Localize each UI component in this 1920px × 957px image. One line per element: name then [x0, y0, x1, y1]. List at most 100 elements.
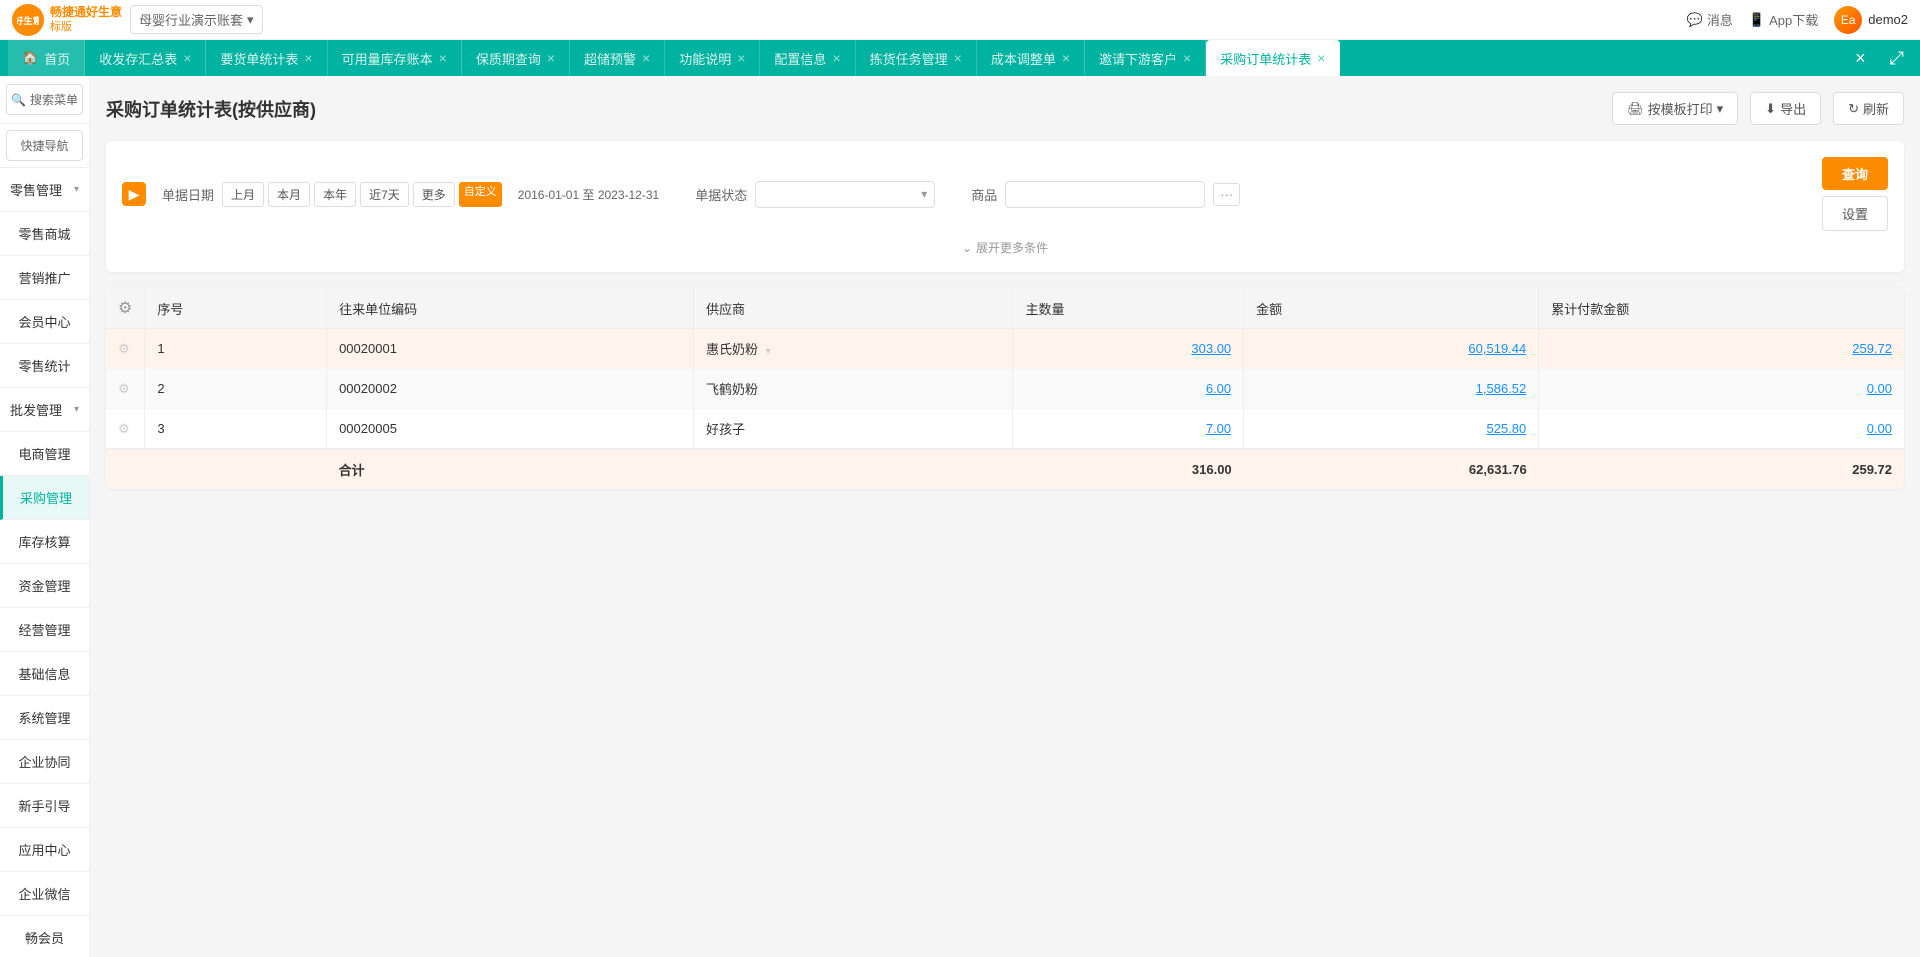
sidebar-item-retail-mgmt[interactable]: 零售管理 ▾: [0, 168, 89, 212]
last-month-btn[interactable]: 上月: [222, 182, 264, 207]
tab-receive-summary[interactable]: 收发存汇总表 ×: [85, 40, 206, 76]
user-profile[interactable]: Ea demo2: [1834, 6, 1908, 34]
status-label: 单据状态: [695, 185, 747, 204]
ellipsis-icon[interactable]: ···: [1213, 183, 1240, 206]
tab-func-desc[interactable]: 功能说明 ×: [665, 40, 760, 76]
sidebar-item-inventory-check[interactable]: 库存核算: [0, 520, 89, 564]
tab-purchase-order-summary[interactable]: 采购订单统计表 ×: [1206, 40, 1340, 76]
goods-label: 商品: [971, 185, 997, 204]
tab-close-overstock-alert[interactable]: ×: [642, 51, 650, 65]
td-main-qty[interactable]: 303.00: [1013, 329, 1244, 369]
expand-row: ⌄ 展开更多条件: [122, 239, 1888, 256]
table-row[interactable]: ⚙ 3 00020005 好孩子 7.00 525.80 0.00: [106, 409, 1904, 450]
expand-tabs-btn[interactable]: ⤢: [1882, 48, 1912, 69]
export-btn[interactable]: ⬇ 导出: [1750, 92, 1821, 125]
tab-warranty-query[interactable]: 保质期查询 ×: [462, 40, 570, 76]
goods-input[interactable]: [1005, 181, 1205, 208]
filter-settings-btn[interactable]: 设置: [1822, 196, 1888, 231]
tab-close-receive-summary[interactable]: ×: [183, 51, 191, 65]
td-amount[interactable]: 1,586.52: [1244, 369, 1539, 409]
td-settings: ⚙: [106, 369, 145, 409]
row-settings-icon: ⚙: [118, 341, 130, 356]
tab-home[interactable]: 🏠 首页: [8, 40, 85, 76]
chevron-down-icon: ⌄: [962, 241, 972, 255]
tab-close-warranty-query[interactable]: ×: [547, 51, 555, 65]
expand-more-btn[interactable]: ⌄ 展开更多条件: [962, 239, 1048, 256]
footer-supplier-cell: [694, 449, 1013, 489]
top-bar-right: 💬 消息 📱 App下载 Ea demo2: [1687, 6, 1908, 34]
refresh-btn[interactable]: ↻ 刷新: [1833, 92, 1904, 125]
tab-cost-adjust[interactable]: 成本调整单 ×: [977, 40, 1085, 76]
export-icon: ⬇: [1765, 101, 1776, 117]
tab-close-invite-downstream[interactable]: ×: [1183, 51, 1191, 65]
quick-nav-btn[interactable]: 快捷导航: [6, 130, 83, 161]
td-paid-amount[interactable]: 0.00: [1539, 409, 1904, 450]
tab-invite-downstream[interactable]: 邀请下游客户 ×: [1085, 40, 1206, 76]
content-area: 采购订单统计表(按供应商) 🖨 按模板打印 ▾ ⬇ 导出 ↻ 刷新: [90, 76, 1920, 957]
query-btn[interactable]: 查询: [1822, 157, 1888, 190]
tab-close-config-info[interactable]: ×: [832, 51, 840, 65]
th-amount: 金额: [1244, 288, 1539, 329]
top-bar-left: 好生意 畅捷通好生意 标版 母婴行业演示账套 ▾: [12, 4, 263, 36]
sidebar-item-corp-wechat[interactable]: 企业微信: [0, 872, 89, 916]
sidebar-item-app-center[interactable]: 应用中心: [0, 828, 89, 872]
tab-config-info[interactable]: 配置信息 ×: [760, 40, 855, 76]
tab-close-cost-adjust[interactable]: ×: [1062, 51, 1070, 65]
column-settings-icon[interactable]: ⚙: [118, 300, 132, 317]
tab-order-summary[interactable]: 要货单统计表 ×: [206, 40, 327, 76]
footer-seq-cell: [145, 449, 327, 489]
tab-pick-task[interactable]: 拣货任务管理 ×: [856, 40, 977, 76]
workspace-selector[interactable]: 母婴行业演示账套 ▾: [130, 5, 263, 34]
sidebar-item-basic-info[interactable]: 基础信息: [0, 652, 89, 696]
sidebar-item-ops-mgmt[interactable]: 经营管理: [0, 608, 89, 652]
message-btn[interactable]: 💬 消息: [1687, 10, 1733, 29]
td-paid-amount[interactable]: 0.00: [1539, 369, 1904, 409]
this-month-btn[interactable]: 本月: [268, 182, 310, 207]
sidebar-item-member[interactable]: 畅会员: [0, 916, 89, 957]
table-row[interactable]: ⚙ 2 00020002 飞鹤奶粉 6.00 1,586.52 0.00: [106, 369, 1904, 409]
app-download-btn[interactable]: 📱 App下载: [1749, 10, 1818, 29]
sidebar-item-member-center[interactable]: 会员中心: [0, 300, 89, 344]
main-layout: 🔍 搜索菜单 快捷导航 零售管理 ▾ 零售商城 营销推广 会员中心 零售统计 批…: [0, 76, 1920, 957]
sidebar-item-marketing[interactable]: 营销推广: [0, 256, 89, 300]
tab-close-inventory-ledger[interactable]: ×: [439, 51, 447, 65]
tab-inventory-ledger[interactable]: 可用量库存账本 ×: [328, 40, 462, 76]
sidebar-item-ecommerce[interactable]: 电商管理: [0, 432, 89, 476]
td-supplier: 惠氏奶粉 ▾: [694, 329, 1013, 369]
filter-goods-group: 商品 ···: [971, 181, 1240, 208]
sidebar-item-purchase-mgmt[interactable]: 采购管理: [0, 476, 89, 520]
mobile-icon: 📱: [1749, 12, 1765, 28]
td-amount[interactable]: 525.80: [1244, 409, 1539, 450]
td-main-qty[interactable]: 7.00: [1013, 409, 1244, 450]
filter-section: ▶ 单据日期 上月 本月 本年 近7天 更多 自定义 2016-01-01 至 …: [106, 141, 1904, 272]
tab-close-func-desc[interactable]: ×: [737, 51, 745, 65]
tab-close-pick-task[interactable]: ×: [954, 51, 962, 65]
filter-date-btns: 上月 本月 本年 近7天 更多 自定义: [222, 182, 502, 207]
last-7-days-btn[interactable]: 近7天: [360, 182, 409, 207]
close-all-tabs-btn[interactable]: ×: [1847, 48, 1874, 69]
filter-toggle-btn[interactable]: ▶: [122, 182, 146, 206]
sidebar-item-corp-collab[interactable]: 企业协同: [0, 740, 89, 784]
td-unit-code: 00020001: [327, 329, 694, 369]
this-year-btn[interactable]: 本年: [314, 182, 356, 207]
td-main-qty[interactable]: 6.00: [1013, 369, 1244, 409]
tab-close-purchase-order-summary[interactable]: ×: [1317, 51, 1325, 65]
td-amount[interactable]: 60,519.44: [1244, 329, 1539, 369]
search-menu-btn[interactable]: 🔍 搜索菜单: [6, 84, 83, 115]
more-date-btn[interactable]: 更多: [413, 182, 455, 207]
td-paid-amount[interactable]: 259.72: [1539, 329, 1904, 369]
template-print-btn[interactable]: 🖨 按模板打印 ▾: [1612, 92, 1738, 125]
sidebar-item-wholesale-mgmt[interactable]: 批发管理 ▾: [0, 388, 89, 432]
sidebar-item-finance[interactable]: 资金管理: [0, 564, 89, 608]
sidebar-item-retail-shop[interactable]: 零售商城: [0, 212, 89, 256]
footer-paid-amount: 259.72: [1539, 449, 1904, 489]
tab-overstock-alert[interactable]: 超储预警 ×: [570, 40, 665, 76]
table-row[interactable]: ⚙ 1 00020001 惠氏奶粉 ▾ 303.00 60,519.44 259…: [106, 329, 1904, 369]
sidebar-item-retail-stats[interactable]: 零售统计: [0, 344, 89, 388]
date-range-label: 2016-01-01 至 2023-12-31: [518, 186, 659, 203]
td-settings: ⚙: [106, 409, 145, 450]
tab-close-order-summary[interactable]: ×: [304, 51, 312, 65]
sidebar-item-sys-mgmt[interactable]: 系统管理: [0, 696, 89, 740]
status-select[interactable]: [755, 181, 935, 208]
sidebar-item-new-guide[interactable]: 新手引导: [0, 784, 89, 828]
